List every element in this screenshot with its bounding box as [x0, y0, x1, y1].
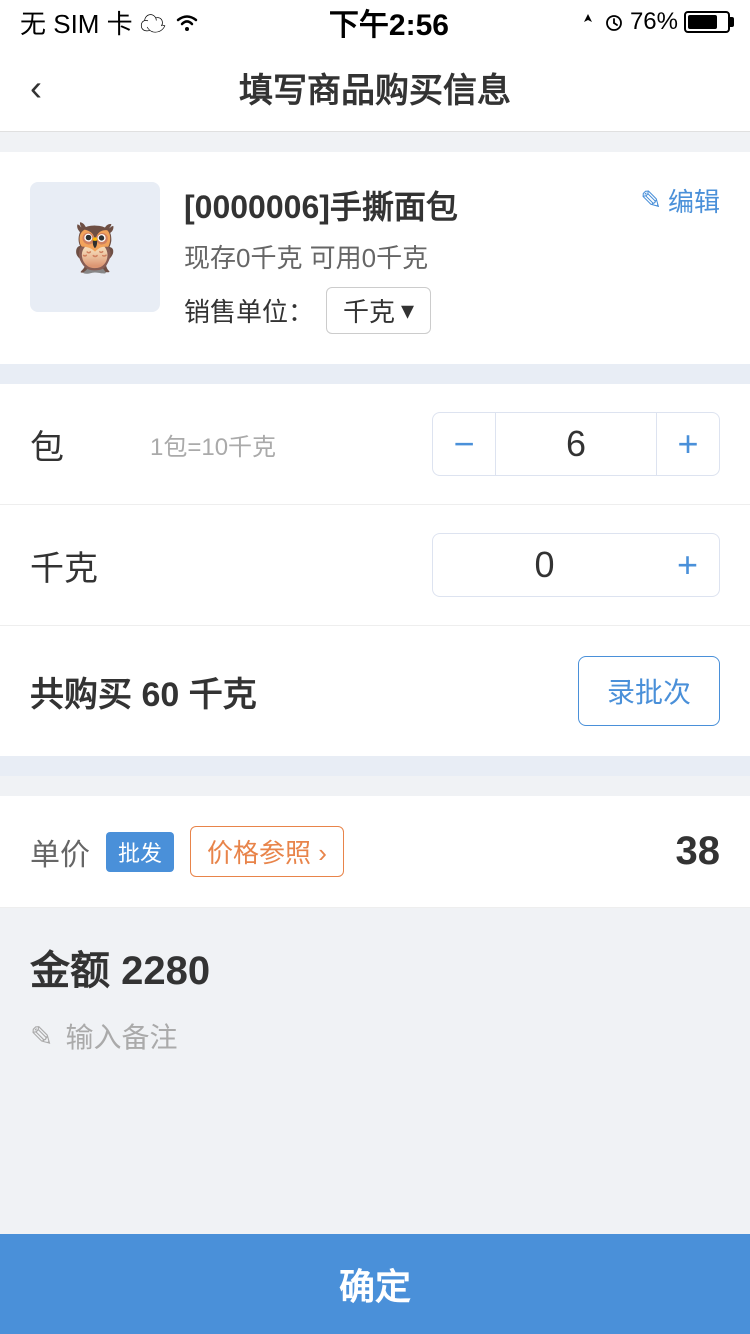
chevron-down-icon: ▾ — [401, 295, 414, 326]
location-icon — [578, 12, 598, 32]
unit-select[interactable]: 千克 ▾ — [326, 287, 431, 334]
total-unit: 千克 — [189, 676, 257, 714]
price-tag: 批发 — [106, 832, 174, 872]
total-text: 共购买 60 千克 — [30, 667, 257, 716]
back-button[interactable]: ‹ — [30, 67, 42, 109]
kg-increment-button[interactable]: + — [656, 533, 720, 597]
kg-input[interactable] — [432, 533, 656, 597]
package-label: 包 — [30, 420, 130, 469]
package-controls: − + — [432, 412, 720, 476]
package-hint: 1包=10千克 — [150, 427, 276, 462]
section-separator-1 — [0, 364, 750, 384]
package-input[interactable] — [496, 412, 656, 476]
price-label: 单价 — [30, 830, 90, 874]
nav-bar: ‹ 填写商品购买信息 — [0, 44, 750, 132]
amount-number: 2280 — [121, 949, 210, 993]
price-ref-button[interactable]: 价格参照 › — [190, 826, 344, 877]
edit-icon: ✎ — [640, 185, 662, 216]
amount-label: 金额 — [30, 949, 110, 993]
confirm-button[interactable]: 确定 — [0, 1234, 750, 1334]
remark-row[interactable]: ✎ 输入备注 — [30, 1016, 720, 1056]
wifi-icon — [174, 11, 200, 33]
product-image: 🦉 — [30, 182, 160, 312]
amount-row: 金额 2280 — [30, 938, 720, 996]
total-amount: 60 — [141, 676, 179, 714]
product-logo: 🦉 — [65, 219, 125, 276]
price-value: 38 — [676, 829, 721, 874]
batch-button[interactable]: 录批次 — [578, 656, 720, 726]
pencil-icon: ✎ — [30, 1020, 53, 1053]
product-stock: 现存0千克 可用0千克 — [184, 238, 720, 275]
remark-placeholder: 输入备注 — [65, 1016, 177, 1056]
battery-percent: 76% — [630, 8, 678, 36]
package-input-row: 包 1包=10千克 − + — [0, 384, 750, 505]
total-row: 共购买 60 千克 录批次 — [0, 626, 750, 756]
unit-value: 千克 — [343, 292, 395, 329]
status-left: 无 SIM 卡 ☁ — [20, 4, 200, 41]
price-section: 单价 批发 价格参照 › 38 — [0, 796, 750, 908]
kg-controls: + — [432, 533, 720, 597]
edit-label: 编辑 — [668, 182, 720, 219]
alarm-icon — [604, 12, 624, 32]
status-time: 下午2:56 — [329, 0, 449, 44]
product-card: 🦉 [0000006]手撕面包 现存0千克 可用0千克 销售单位： 千克 ▾ ✎… — [0, 152, 750, 364]
status-bar: 无 SIM 卡 ☁ 下午2:56 76% — [0, 0, 750, 44]
package-input-section: 包 1包=10千克 − + 千克 + — [0, 384, 750, 626]
page-title: 填写商品购买信息 — [239, 63, 511, 112]
section-separator-2 — [0, 756, 750, 776]
battery-icon — [684, 11, 730, 33]
total-label: 共购买 — [30, 676, 132, 714]
package-increment-button[interactable]: + — [656, 412, 720, 476]
edit-button[interactable]: ✎ 编辑 — [640, 182, 720, 219]
price-row: 单价 批发 价格参照 › 38 — [0, 796, 750, 908]
unit-label: 销售单位： — [184, 292, 314, 329]
kg-label: 千克 — [30, 541, 130, 590]
sim-label: 无 SIM 卡 ☁ — [20, 4, 166, 41]
product-unit-row: 销售单位： 千克 ▾ — [184, 287, 720, 334]
package-decrement-button[interactable]: − — [432, 412, 496, 476]
kg-input-row: 千克 + — [0, 505, 750, 626]
status-right: 76% — [578, 8, 730, 36]
amount-section: 金额 2280 ✎ 输入备注 — [0, 908, 750, 1088]
